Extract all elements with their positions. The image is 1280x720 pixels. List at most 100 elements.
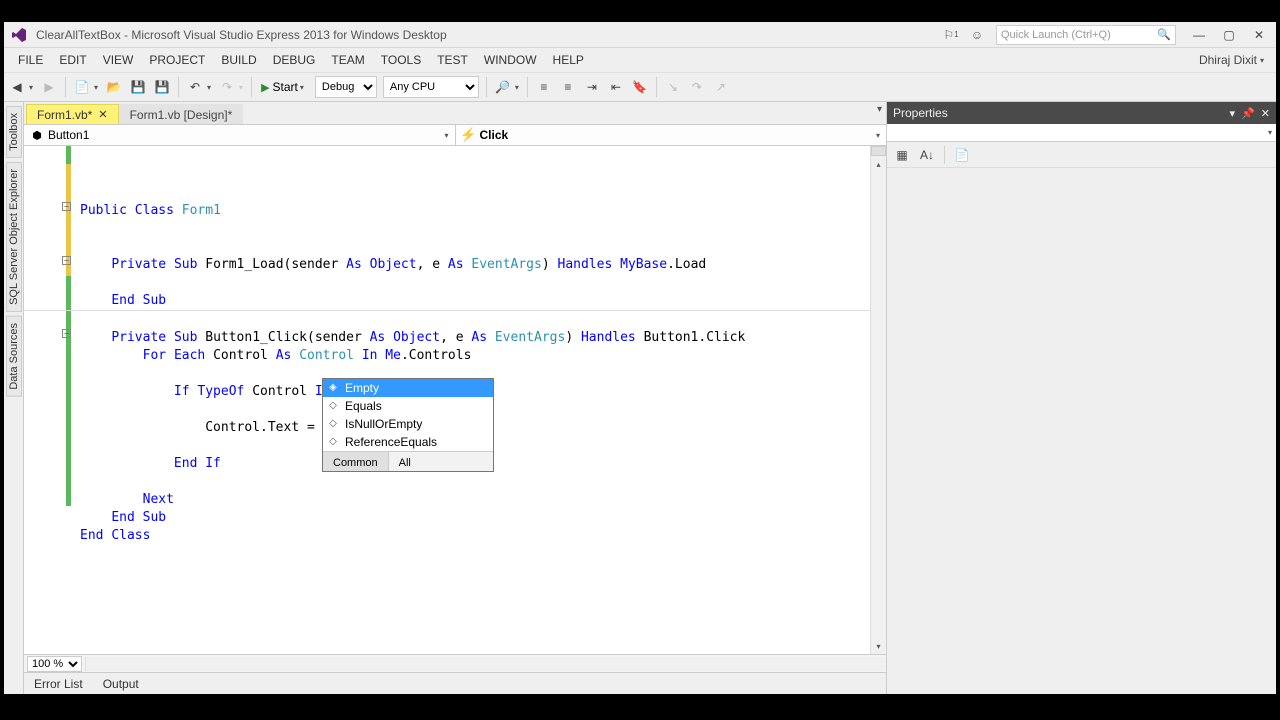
save-button[interactable]: 💾: [127, 76, 149, 98]
code-line: [80, 473, 870, 491]
quick-launch-placeholder: Quick Launch (Ctrl+Q): [1001, 29, 1111, 41]
method-icon: ◇: [327, 436, 339, 448]
intellisense-item[interactable]: ◈Empty: [323, 379, 493, 397]
vs-logo-icon: [10, 26, 28, 44]
signed-in-user[interactable]: Dhiraj Dixit ▾: [1193, 53, 1270, 67]
code-line: End Sub: [80, 509, 870, 527]
platform-select[interactable]: Any CPU: [383, 76, 479, 98]
menu-team[interactable]: TEAM: [323, 50, 372, 70]
outline-toggle[interactable]: −: [62, 256, 71, 265]
zoom-select[interactable]: 100 %: [27, 656, 82, 672]
nav-forward-button[interactable]: ▶: [38, 76, 60, 98]
config-select[interactable]: Debug: [315, 76, 377, 98]
intellisense-item[interactable]: ◇ Equals: [323, 397, 493, 415]
intellisense-label: Equals: [345, 397, 382, 415]
side-tab-toolbox[interactable]: Toolbox: [6, 106, 22, 158]
window-position-button[interactable]: ▾: [1230, 107, 1236, 120]
find-button[interactable]: 🔎: [492, 76, 514, 98]
file-tab[interactable]: Form1.vb [Design]*: [119, 104, 244, 124]
menu-edit[interactable]: EDIT: [51, 50, 94, 70]
split-handle[interactable]: [871, 146, 886, 156]
file-tab-strip: Form1.vb*✕ Form1.vb [Design]* ▾: [24, 102, 886, 124]
menu-debug[interactable]: DEBUG: [265, 50, 324, 70]
code-line: [80, 238, 870, 256]
comment-button[interactable]: ≡: [533, 76, 555, 98]
menu-test[interactable]: TEST: [429, 50, 476, 70]
save-all-button[interactable]: 💾: [151, 76, 173, 98]
menu-view[interactable]: VIEW: [95, 50, 142, 70]
intellisense-tab-all[interactable]: All: [389, 452, 421, 471]
file-tab[interactable]: Form1.vb*✕: [26, 104, 119, 124]
intellisense-label: IsNullOrEmpty: [345, 415, 422, 433]
categorized-button[interactable]: ▦: [891, 144, 913, 166]
bookmark-button[interactable]: 🔖: [629, 76, 651, 98]
intellisense-popup[interactable]: ◈Empty ◇ Equals ◇ IsNullOrEmpty◇ReferenceEqu…: [322, 378, 494, 472]
method-icon: ◇: [327, 400, 339, 412]
editor-gutter: [24, 146, 64, 654]
menu-file[interactable]: FILE: [10, 50, 51, 70]
bottom-tab-output[interactable]: Output: [93, 674, 149, 694]
open-file-button[interactable]: 📂: [103, 76, 125, 98]
intellisense-item[interactable]: ◇ReferenceEquals: [323, 433, 493, 451]
menu-build[interactable]: BUILD: [213, 50, 264, 70]
property-pages-button: 📄: [951, 144, 973, 166]
toolbar: ◀▾ ▶ 📄▾ 📂 💾 💾 ↶▾ ↷▾ ▶ Start ▾ Debug Any …: [4, 72, 1276, 102]
minimize-button[interactable]: —: [1188, 26, 1210, 44]
side-tab-sql-server-object-explorer[interactable]: SQL Server Object Explorer: [6, 162, 22, 312]
code-line: − Private Sub Form1_Load(sender As Objec…: [80, 256, 870, 274]
file-tab-label: Form1.vb [Design]*: [130, 108, 233, 122]
properties-object-select[interactable]: ▾: [887, 124, 1276, 142]
menu-window[interactable]: WINDOW: [476, 50, 545, 70]
outline-toggle[interactable]: −: [62, 202, 71, 211]
scrollbar-track[interactable]: [871, 172, 886, 638]
member-selector[interactable]: ⚡ Click ▾: [456, 125, 887, 145]
close-button[interactable]: ✕: [1248, 26, 1270, 44]
maximize-button[interactable]: ▢: [1218, 26, 1240, 44]
search-icon: 🔍: [1157, 28, 1171, 41]
scroll-up-button[interactable]: ▴: [871, 156, 886, 172]
step-out-button[interactable]: ↗: [710, 76, 732, 98]
pin-icon[interactable]: 📌: [1241, 107, 1255, 120]
step-over-button[interactable]: ↷: [686, 76, 708, 98]
bottom-tool-tabs: Error ListOutput: [24, 672, 886, 694]
redo-button[interactable]: ↷: [216, 76, 238, 98]
undo-button[interactable]: ↶: [184, 76, 206, 98]
outline-toggle[interactable]: −: [62, 329, 71, 338]
close-tab-button[interactable]: ✕: [98, 108, 107, 121]
intellisense-tab-common[interactable]: Common: [323, 452, 389, 471]
code-nav-bar: ⬢ Button1 ▾ ⚡ Click ▾: [24, 124, 886, 146]
bottom-tab-error-list[interactable]: Error List: [24, 674, 93, 694]
scroll-down-button[interactable]: ▾: [871, 638, 886, 654]
method-icon: ◇: [327, 418, 339, 430]
code-editor[interactable]: −Public Class Form1 − Private Sub Form1_…: [24, 146, 886, 654]
menu-tools[interactable]: TOOLS: [373, 50, 429, 70]
menu-project[interactable]: PROJECT: [141, 50, 213, 70]
indent-button[interactable]: ⇥: [581, 76, 603, 98]
alphabetical-button[interactable]: A↓: [916, 144, 938, 166]
code-line: −Public Class Form1: [80, 202, 870, 220]
start-debug-button[interactable]: ▶ Start ▾: [257, 78, 311, 96]
side-tab-data-sources[interactable]: Data Sources: [6, 316, 22, 397]
outdent-button[interactable]: ⇤: [605, 76, 627, 98]
properties-panel: Properties ▾ 📌 ✕ ▾ ▦ A↓ 📄: [886, 102, 1276, 694]
notification-flag-icon[interactable]: ⚐1: [941, 25, 961, 45]
menu-help[interactable]: HELP: [545, 50, 592, 70]
step-into-button[interactable]: ↘: [662, 76, 684, 98]
tab-overflow-button[interactable]: ▾: [877, 104, 882, 115]
properties-toolbar: ▦ A↓ 📄: [887, 142, 1276, 168]
quick-launch-input[interactable]: Quick Launch (Ctrl+Q) 🔍: [996, 25, 1176, 45]
close-panel-button[interactable]: ✕: [1261, 107, 1270, 120]
uncomment-button[interactable]: ≡: [557, 76, 579, 98]
new-project-button[interactable]: 📄: [71, 76, 93, 98]
intellisense-item[interactable]: ◇ IsNullOrEmpty: [323, 415, 493, 433]
nav-back-button[interactable]: ◀: [6, 76, 28, 98]
object-icon: ⬢: [30, 128, 44, 142]
play-icon: ▶: [261, 81, 269, 94]
menubar: FILEEDITVIEWPROJECTBUILDDEBUGTEAMTOOLSTE…: [4, 48, 1276, 72]
code-line: [80, 274, 870, 292]
code-line: − Private Sub Button1_Click(sender As Ob…: [80, 329, 870, 347]
left-tool-tabs: Toolbox SQL Server Object Explorer Data So…: [4, 102, 24, 694]
horizontal-scrollbar[interactable]: [85, 657, 886, 671]
feedback-icon[interactable]: ☺: [967, 25, 987, 45]
class-selector[interactable]: ⬢ Button1 ▾: [24, 125, 456, 145]
